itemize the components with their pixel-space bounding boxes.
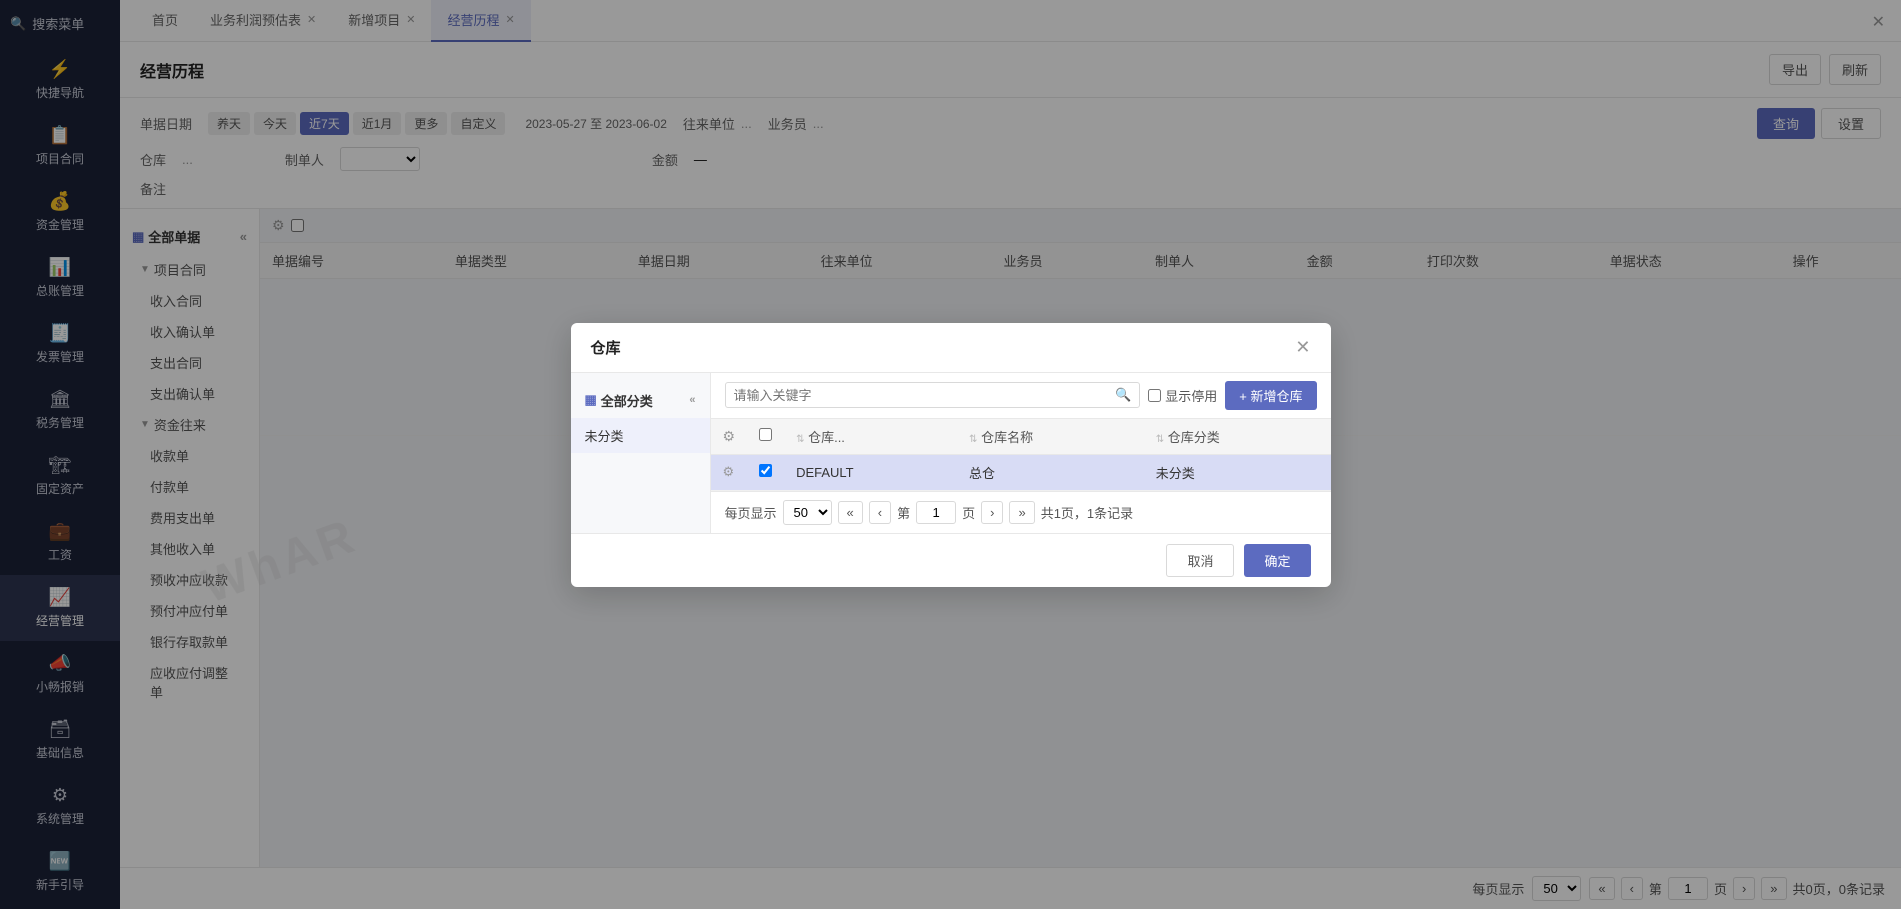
modal-prev-page-btn[interactable]: ‹ — [869, 501, 891, 524]
modal-col-checkbox — [747, 419, 784, 455]
modal-search-input[interactable] — [734, 388, 1112, 403]
warehouse-modal: 仓库 ✕ ▦ 全部分类 « 未分类 🔍 — [571, 323, 1331, 587]
modal-select-all-checkbox[interactable] — [759, 428, 772, 441]
modal-close-button[interactable]: ✕ — [1295, 337, 1310, 358]
modal-toolbar: 🔍 显示停用 + 新增仓库 — [711, 373, 1331, 419]
modal-body: ▦ 全部分类 « 未分类 🔍 显示停用 — [571, 373, 1331, 533]
modal-pagination: 每页显示 50 « ‹ 第 页 › » 共1页，1条记录 — [725, 500, 1134, 525]
modal-page-input[interactable] — [916, 501, 956, 524]
modal-col-name: ⇅ 仓库名称 — [957, 419, 1144, 455]
modal-search-box: 🔍 — [725, 382, 1141, 408]
modal-last-page-btn[interactable]: » — [1009, 501, 1034, 524]
sort-cat-icon: ⇅ — [1156, 434, 1164, 445]
sort-name-icon: ⇅ — [969, 434, 977, 445]
sort-asc-icon: ⇅ — [796, 434, 804, 445]
row-category-cell: 未分类 — [1144, 454, 1331, 490]
modal-col-code: ⇅ 仓库... — [784, 419, 957, 455]
modal-title: 仓库 — [591, 337, 621, 358]
add-warehouse-button[interactable]: + 新增仓库 — [1225, 381, 1316, 410]
modal-sidebar-uncat[interactable]: 未分类 — [571, 418, 710, 453]
modal-page-text: 第 — [897, 503, 910, 522]
modal-table-wrap: ⚙ ⇅ 仓库... ⇅ — [711, 419, 1331, 491]
modal-page-size-select[interactable]: 50 — [783, 500, 832, 525]
modal-sidebar-all[interactable]: ▦ 全部分类 « — [571, 383, 710, 418]
modal-col-gear: ⚙ — [711, 419, 748, 455]
modal-header: 仓库 ✕ — [571, 323, 1331, 373]
row-gear-icon: ⚙ — [723, 464, 735, 479]
modal-col-category: ⇅ 仓库分类 — [1144, 419, 1331, 455]
modal-actions: 取消 确定 — [571, 533, 1331, 587]
modal-page-size-label: 每页显示 — [725, 503, 777, 522]
row-checkbox-cell — [747, 454, 784, 490]
confirm-button[interactable]: 确定 — [1244, 544, 1310, 577]
show-disabled-label: 显示停用 — [1148, 386, 1217, 405]
row-name-cell: 总仓 — [957, 454, 1144, 490]
modal-first-page-btn[interactable]: « — [838, 501, 863, 524]
show-disabled-checkbox[interactable] — [1148, 389, 1161, 402]
modal-content-right: 🔍 显示停用 + 新增仓库 ⚙ — [711, 373, 1331, 533]
row-checkbox[interactable] — [759, 464, 772, 477]
modal-overlay: 仓库 ✕ ▦ 全部分类 « 未分类 🔍 — [0, 0, 1901, 909]
row-gear-cell: ⚙ — [711, 454, 748, 490]
modal-total-info: 共1页，1条记录 — [1041, 503, 1133, 522]
modal-table: ⚙ ⇅ 仓库... ⇅ — [711, 419, 1331, 491]
modal-sidebar: ▦ 全部分类 « 未分类 — [571, 373, 711, 533]
row-code-cell: DEFAULT — [784, 454, 957, 490]
modal-page-text2: 页 — [962, 503, 975, 522]
cancel-button[interactable]: 取消 — [1166, 544, 1234, 577]
modal-footer-bar: 每页显示 50 « ‹ 第 页 › » 共1页，1条记录 — [711, 491, 1331, 533]
table-row[interactable]: ⚙ DEFAULT 总仓 未分类 — [711, 454, 1331, 490]
modal-search-icon[interactable]: 🔍 — [1115, 387, 1131, 403]
modal-table-gear-icon[interactable]: ⚙ — [723, 428, 736, 444]
modal-collapse-icon[interactable]: « — [689, 394, 695, 406]
modal-next-page-btn[interactable]: › — [981, 501, 1003, 524]
modal-grid-icon: ▦ — [585, 392, 597, 408]
